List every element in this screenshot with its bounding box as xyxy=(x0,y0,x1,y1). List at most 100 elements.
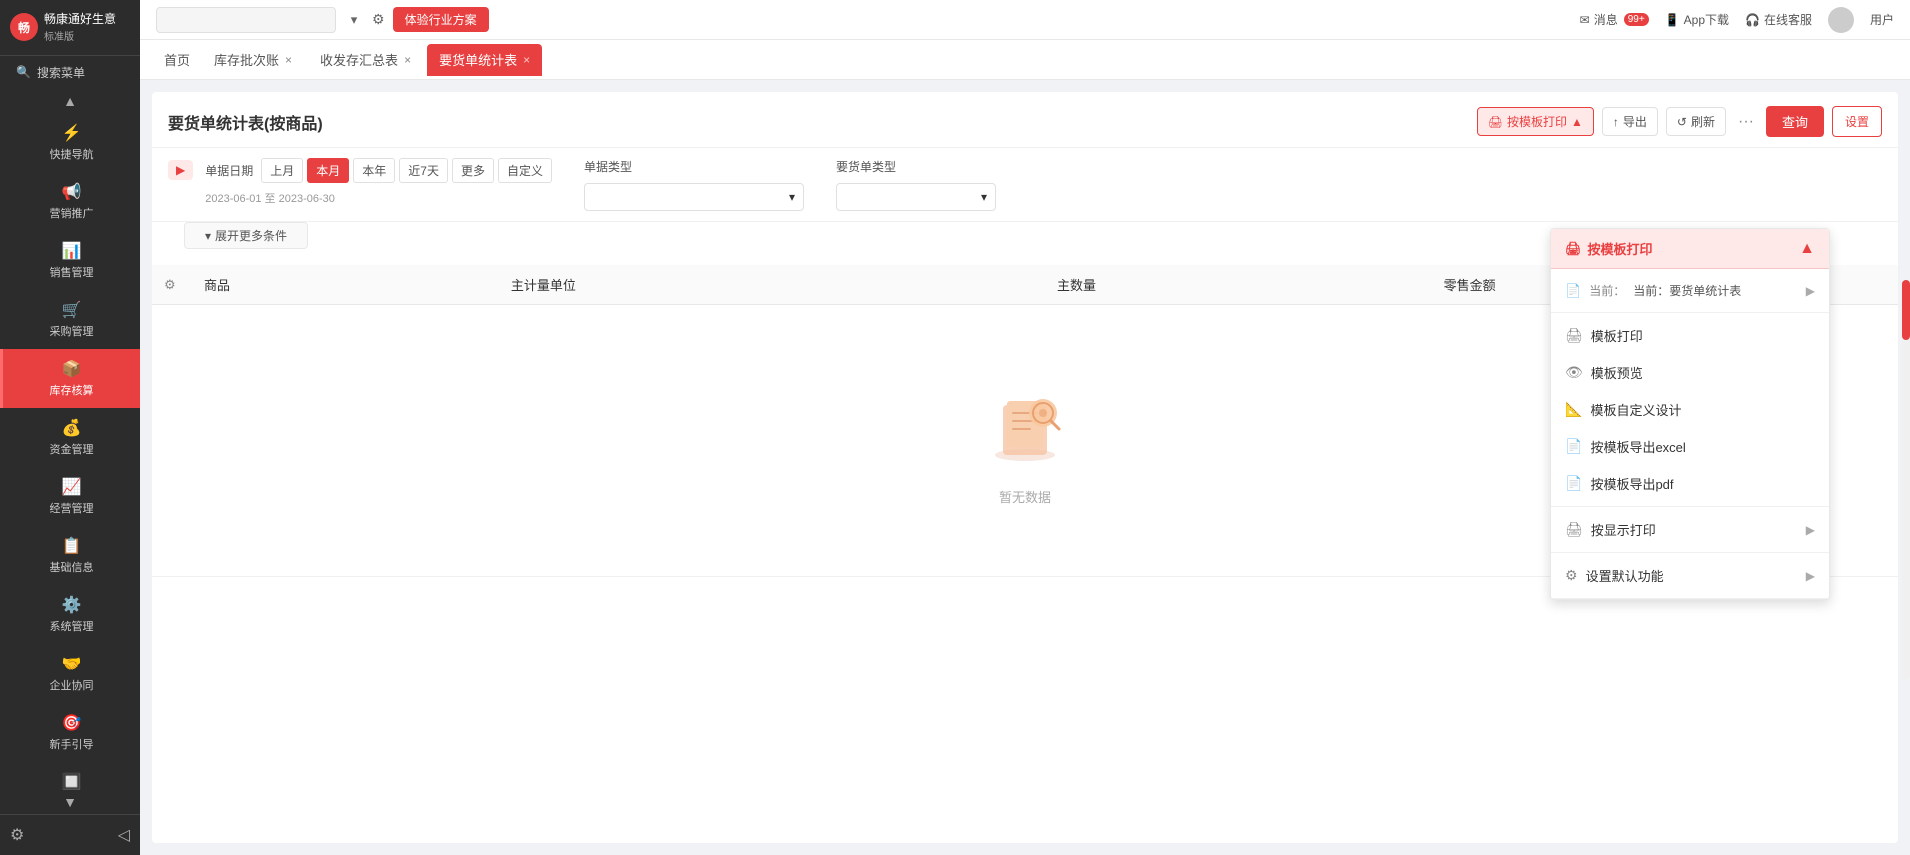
app-download-label: App下载 xyxy=(1684,11,1729,28)
right-scrollbar[interactable] xyxy=(1902,280,1910,680)
header-search-input[interactable] xyxy=(156,7,336,33)
refresh-icon: ↺ xyxy=(1677,115,1687,129)
settings-btn[interactable]: 设置 xyxy=(1832,106,1882,137)
sidebar-item-basic[interactable]: 📋 基础信息 xyxy=(0,526,140,585)
tab-inventory-batch-label: 库存批次账 xyxy=(214,50,279,69)
expand-more-btn[interactable]: ▾ 展开更多条件 xyxy=(184,222,308,249)
scrollbar-thumb xyxy=(1902,280,1910,340)
expand-icon: ▾ xyxy=(205,229,211,243)
dropdown-item-display-print[interactable]: 🖨 按显示打印 ▶ xyxy=(1551,511,1829,548)
inventory-icon: 📦 xyxy=(62,359,82,379)
sidebar-item-collab[interactable]: 🤝 企业协同 xyxy=(0,644,140,703)
sidebar: 畅 畅康通好生意 标准版 🔍 搜索菜单 ▲ ⚡ 快捷导航 📢 营销推广 📊 销售… xyxy=(0,0,140,855)
search-menu-item[interactable]: 🔍 搜索菜单 xyxy=(0,56,140,89)
order-type-select[interactable]: ▾ xyxy=(836,183,996,211)
export-excel-icon: 📄 xyxy=(1565,438,1582,455)
display-print-label: 按显示打印 xyxy=(1591,520,1798,539)
tab-receipt-summary[interactable]: 收发存汇总表 × xyxy=(308,44,423,76)
date-btn-7days[interactable]: 近7天 xyxy=(399,158,448,183)
sales-label: 销售管理 xyxy=(50,264,94,280)
table-settings-icon[interactable]: ⚙ xyxy=(164,277,176,292)
marketing-icon: 📢 xyxy=(62,182,82,202)
scroll-down-btn[interactable]: ▼ xyxy=(0,790,140,814)
template-preview-icon: 👁 xyxy=(1565,364,1583,381)
page-title: 要货单统计表(按商品) xyxy=(168,110,323,134)
messages-btn[interactable]: ✉ 消息 99+ xyxy=(1580,11,1649,28)
date-btn-custom[interactable]: 自定义 xyxy=(498,158,552,183)
tab-order-stats-close[interactable]: × xyxy=(523,53,530,67)
tab-inventory-batch-close[interactable]: × xyxy=(285,53,292,67)
template-preview-label: 模板预览 xyxy=(1591,363,1815,382)
sidebar-item-apps[interactable]: 🔲 应用中心 xyxy=(0,762,140,790)
basic-icon: 📋 xyxy=(62,536,82,556)
scroll-up-btn[interactable]: ▲ xyxy=(0,89,140,113)
print-btn-label: 按模板打印 xyxy=(1507,113,1567,130)
date-filter-row: 单据日期 上月 本月 本年 近7天 更多 自定义 xyxy=(205,158,552,183)
sidebar-item-purchase[interactable]: 🛒 采购管理 xyxy=(0,290,140,349)
export-excel-label: 按模板导出excel xyxy=(1590,437,1815,456)
sidebar-item-quicknav[interactable]: ⚡ 快捷导航 xyxy=(0,113,140,172)
export-btn[interactable]: ↑ 导出 xyxy=(1602,107,1658,136)
quicknav-label: 快捷导航 xyxy=(50,146,94,162)
template-custom-label: 模板自定义设计 xyxy=(1590,400,1815,419)
date-btn-this-year[interactable]: 本年 xyxy=(353,158,395,183)
sidebar-item-finance[interactable]: 💰 资金管理 xyxy=(0,408,140,467)
dropdown-item-template-print[interactable]: 🖨 模板打印 xyxy=(1551,317,1829,354)
tab-receipt-summary-close[interactable]: × xyxy=(404,53,411,67)
headset-icon: 🎧 xyxy=(1745,13,1760,27)
user-name: 用户 xyxy=(1870,11,1894,28)
refresh-btn[interactable]: ↺ 刷新 xyxy=(1666,107,1726,136)
footer-settings-icon[interactable]: ⚙ xyxy=(10,825,24,845)
app-download-btn[interactable]: 📱 App下载 xyxy=(1665,11,1729,28)
customer-service-btn[interactable]: 🎧 在线客服 xyxy=(1745,11,1812,28)
dropdown-current-item[interactable]: 📄 当前： 当前：要货单统计表 ▶ xyxy=(1551,273,1829,308)
sidebar-item-inventory[interactable]: 📦 库存核算 xyxy=(0,349,140,408)
trial-btn[interactable]: 体验行业方案 xyxy=(393,7,489,32)
dropdown-main-items: 🖨 模板打印 👁 模板预览 📐 模板自定义设计 📄 按模板导出excel 📄 xyxy=(1551,313,1829,507)
dropdown-title: 🖨 按模板打印 xyxy=(1565,239,1653,258)
date-filter-label: 单据日期 xyxy=(205,162,253,179)
col-quantity: 主数量 xyxy=(1045,265,1432,305)
dropdown-item-export-pdf[interactable]: 📄 按模板导出pdf xyxy=(1551,465,1829,502)
date-btn-more[interactable]: 更多 xyxy=(452,158,494,183)
export-pdf-icon: 📄 xyxy=(1565,475,1582,492)
export-pdf-label: 按模板导出pdf xyxy=(1590,474,1815,493)
header-left: ▾ ⚙ 体验行业方案 xyxy=(156,7,489,33)
sidebar-item-operations[interactable]: 📈 经营管理 xyxy=(0,467,140,526)
dropdown-item-template-preview[interactable]: 👁 模板预览 xyxy=(1551,354,1829,391)
guide-label: 新手引导 xyxy=(50,736,94,752)
sidebar-item-sales[interactable]: 📊 销售管理 xyxy=(0,231,140,290)
dropdown-current-section: 📄 当前： 当前：要货单统计表 ▶ xyxy=(1551,269,1829,313)
dropdown-item-set-default[interactable]: ⚙ 设置默认功能 ▶ xyxy=(1551,557,1829,594)
sidebar-item-system[interactable]: ⚙️ 系统管理 xyxy=(0,585,140,644)
dropdown-item-template-custom[interactable]: 📐 模板自定义设计 xyxy=(1551,391,1829,428)
tab-home[interactable]: 首页 xyxy=(156,44,198,76)
tab-order-stats[interactable]: 要货单统计表 × xyxy=(427,44,542,76)
user-avatar[interactable] xyxy=(1828,7,1854,33)
print-btn[interactable]: 🖨 按模板打印 ▲ xyxy=(1477,107,1594,136)
sidebar-item-guide[interactable]: 🎯 新手引导 xyxy=(0,703,140,762)
chevron-up-icon: ▲ xyxy=(1571,115,1583,129)
empty-icon xyxy=(975,375,1075,475)
more-actions-btn[interactable]: ··· xyxy=(1734,113,1758,131)
dropdown-item-export-excel[interactable]: 📄 按模板导出excel xyxy=(1551,428,1829,465)
query-btn[interactable]: 查询 xyxy=(1766,106,1824,137)
header-search-dropdown[interactable]: ▾ xyxy=(344,7,364,33)
page-actions: 🖨 按模板打印 ▲ ↑ 导出 ↺ 刷新 ··· 查询 设置 xyxy=(1477,106,1882,137)
app-name: 畅康通好生意 xyxy=(44,12,116,28)
page-title-bar: 要货单统计表(按商品) 🖨 按模板打印 ▲ ↑ 导出 ↺ 刷新 xyxy=(152,92,1898,148)
sidebar-nav: ⚡ 快捷导航 📢 营销推广 📊 销售管理 🛒 采购管理 📦 库存核算 💰 资金管… xyxy=(0,113,140,790)
system-icon: ⚙️ xyxy=(62,595,82,615)
doc-icon: 📄 xyxy=(1565,283,1581,299)
date-btn-this-month[interactable]: 本月 xyxy=(307,158,349,183)
footer-volume-icon[interactable]: ◁ xyxy=(118,825,130,845)
tab-inventory-batch[interactable]: 库存批次账 × xyxy=(202,44,304,76)
type-filter-select[interactable]: ▾ xyxy=(584,183,804,211)
sidebar-item-marketing[interactable]: 📢 营销推广 xyxy=(0,172,140,231)
date-btn-prev-month[interactable]: 上月 xyxy=(261,158,303,183)
header-gear-icon[interactable]: ⚙ xyxy=(372,11,385,28)
filter-expand-icon[interactable]: ▶ xyxy=(168,160,193,180)
purchase-icon: 🛒 xyxy=(62,300,82,320)
dropdown-close-btn[interactable]: ▲ xyxy=(1799,240,1815,258)
template-print-label: 模板打印 xyxy=(1591,326,1815,345)
